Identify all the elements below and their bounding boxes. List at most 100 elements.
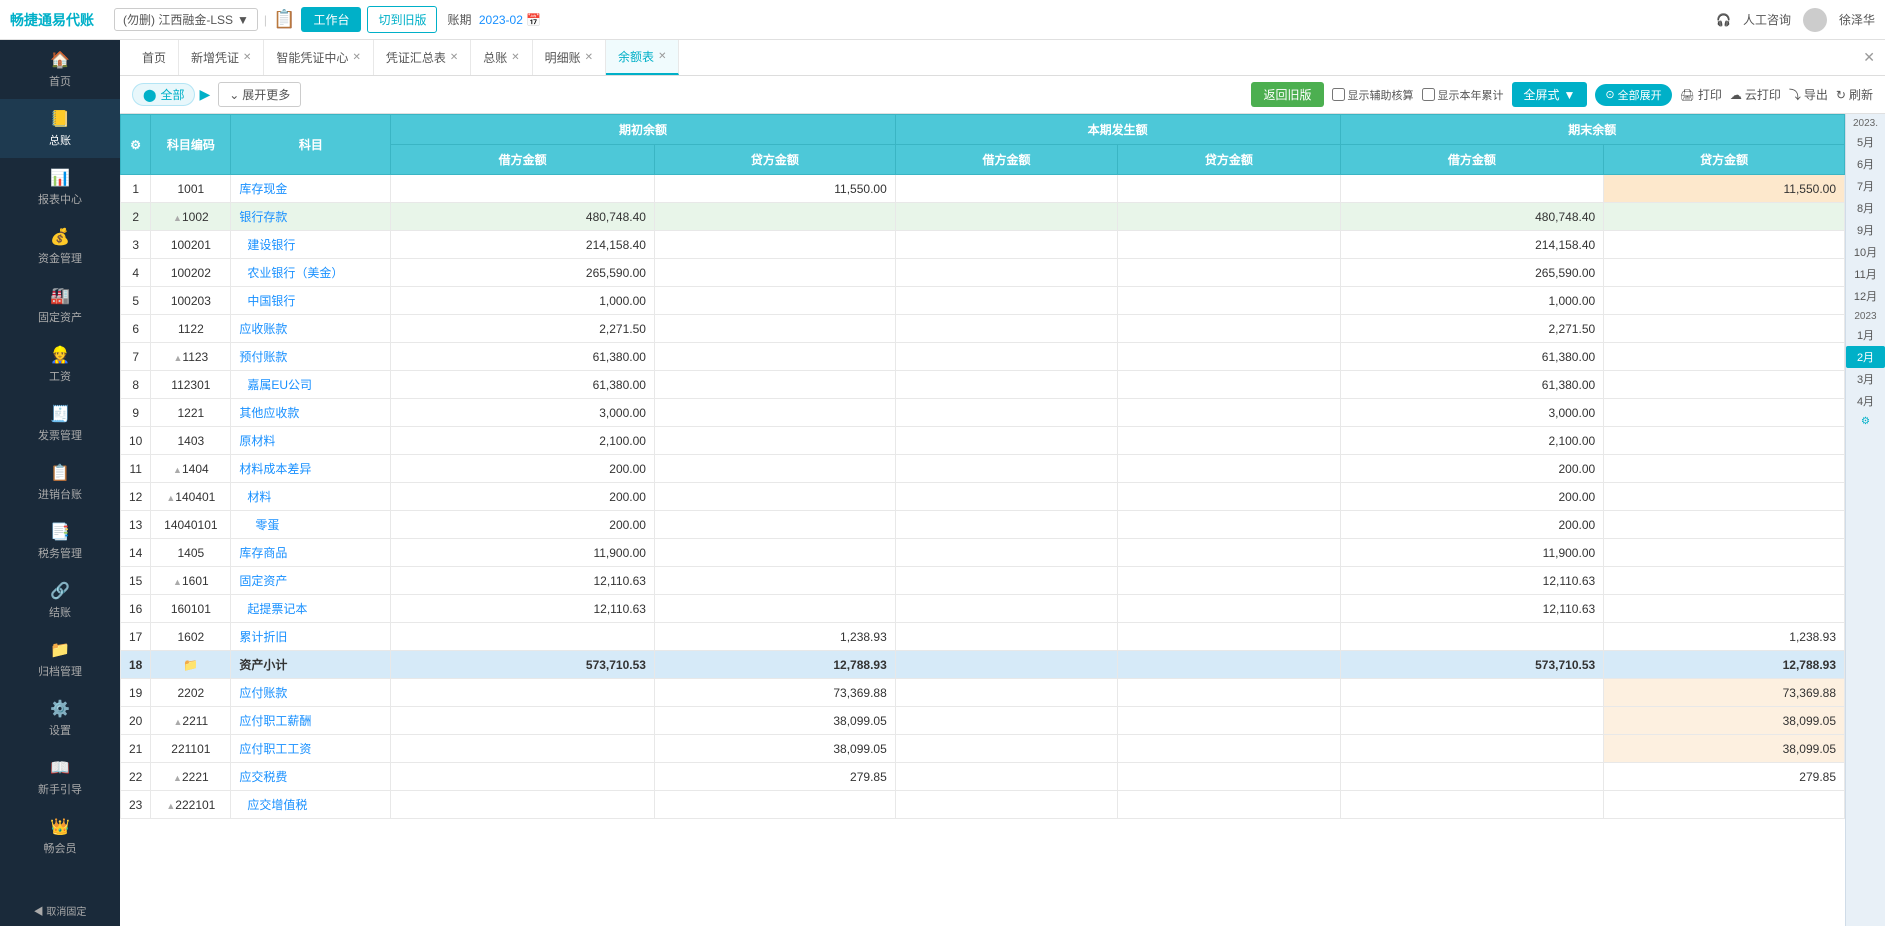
name-cell[interactable]: 资产小计 — [231, 651, 391, 679]
right-panel-1[interactable]: 1月 — [1846, 324, 1885, 346]
sidebar-item-invoice[interactable]: 🧾 发票管理 — [0, 394, 120, 453]
table-row: 2 ▲1002银行存款480,748.40480,748.40 — [121, 203, 1845, 231]
opening-debit-cell: 200.00 — [391, 511, 655, 539]
sidebar-item-settings[interactable]: ⚙️ 设置 — [0, 689, 120, 748]
tab-balance-sheet[interactable]: 余额表 ✕ — [606, 40, 679, 75]
sidebar-item-funds[interactable]: 💰 资金管理 — [0, 217, 120, 276]
calendar-icon[interactable]: 📋 — [273, 9, 295, 30]
closing-credit-header: 贷方金额 — [1604, 145, 1845, 175]
sidebar-item-tax[interactable]: 📑 税务管理 — [0, 512, 120, 571]
closing-credit-cell — [1604, 539, 1845, 567]
name-cell[interactable]: 库存现金 — [231, 175, 391, 203]
name-cell[interactable]: 原材料 — [231, 427, 391, 455]
close-all-tabs-button[interactable]: ✕ — [1863, 49, 1875, 66]
right-panel-12[interactable]: 12月 — [1846, 285, 1885, 307]
tab-close-general-ledger[interactable]: ✕ — [511, 52, 519, 63]
checkbox-ytd[interactable] — [1422, 88, 1435, 101]
tab-close-new-voucher[interactable]: ✕ — [243, 52, 251, 63]
name-cell[interactable]: 应交增值税 — [231, 791, 391, 819]
return-old-button[interactable]: 返回旧版 — [1251, 82, 1323, 107]
fullscreen-button[interactable]: 全屏式 ▼ — [1512, 82, 1588, 107]
sidebar-item-payroll[interactable]: 👷 工资 — [0, 335, 120, 394]
name-cell[interactable]: 应付账款 — [231, 679, 391, 707]
tab-smart-voucher[interactable]: 智能凭证中心 ✕ — [264, 40, 373, 75]
current-credit-cell — [1118, 679, 1340, 707]
period-calendar-icon[interactable]: 📅 — [526, 13, 541, 27]
name-cell[interactable]: 零蛋 — [231, 511, 391, 539]
code-cell: ▲1002 — [151, 203, 231, 231]
closing-debit-cell — [1340, 791, 1604, 819]
expand-all-toggle[interactable]: ⊙ 全部展开 — [1595, 84, 1671, 106]
name-cell[interactable]: 应付职工薪酬 — [231, 707, 391, 735]
sidebar-item-ledger[interactable]: 📒 总账 — [0, 99, 120, 158]
right-panel-11[interactable]: 11月 — [1846, 263, 1885, 285]
sidebar-item-archive[interactable]: 📁 归档管理 — [0, 630, 120, 689]
expand-more-button[interactable]: ⌄ 展开更多 — [218, 82, 301, 107]
right-panel-4[interactable]: 4月 — [1846, 390, 1885, 412]
sidebar-item-assets[interactable]: 🏭 固定资产 — [0, 276, 120, 335]
name-cell[interactable]: 农业银行（美金） — [231, 259, 391, 287]
print-button[interactable]: 🖨 打印 — [1680, 86, 1722, 103]
tab-close-voucher-summary[interactable]: ✕ — [450, 52, 458, 63]
sidebar-item-home[interactable]: 🏠 首页 — [0, 40, 120, 99]
name-cell[interactable]: 累计折旧 — [231, 623, 391, 651]
closing-debit-cell: 265,590.00 — [1340, 259, 1604, 287]
gear-header[interactable]: ⚙ — [121, 115, 151, 175]
name-cell[interactable]: 应收账款 — [231, 315, 391, 343]
export-button[interactable]: ⤵ 导出 — [1789, 86, 1828, 103]
name-cell[interactable]: 应交税费 — [231, 763, 391, 791]
closing-icon: 🔗 — [50, 581, 70, 601]
tab-voucher-summary[interactable]: 凭证汇总表 ✕ — [374, 40, 471, 75]
name-cell[interactable]: 材料 — [231, 483, 391, 511]
name-cell[interactable]: 中国银行 — [231, 287, 391, 315]
sidebar-item-guide[interactable]: 📖 新手引导 — [0, 748, 120, 807]
right-panel-9[interactable]: 9月 — [1846, 219, 1885, 241]
right-panel-3[interactable]: 3月 — [1846, 368, 1885, 390]
nav-arrow-icon[interactable]: ▶ — [199, 86, 210, 103]
code-cell: 1221 — [151, 399, 231, 427]
name-cell[interactable]: 预付账款 — [231, 343, 391, 371]
right-panel-8[interactable]: 8月 — [1846, 197, 1885, 219]
code-cell: 160101 — [151, 595, 231, 623]
tab-new-voucher[interactable]: 新增凭证 ✕ — [179, 40, 264, 75]
cloud-print-button[interactable]: ☁ 云打印 — [1730, 86, 1781, 103]
workbench-button[interactable]: 工作台 — [301, 7, 361, 32]
filter-all-tag[interactable]: ⬤ 全部 — [132, 83, 195, 106]
name-cell[interactable]: 其他应收款 — [231, 399, 391, 427]
tab-close-smart-voucher[interactable]: ✕ — [352, 52, 360, 63]
name-cell[interactable]: 固定资产 — [231, 567, 391, 595]
checkbox-aux[interactable] — [1332, 88, 1345, 101]
checkbox-aux-label[interactable]: 显示辅助核算 — [1332, 87, 1414, 103]
right-panel-2[interactable]: 2月 — [1846, 346, 1885, 368]
right-panel-5[interactable]: 5月 — [1846, 131, 1885, 153]
tab-general-ledger[interactable]: 总账 ✕ — [471, 40, 532, 75]
company-selector[interactable]: (勿删) 江西融金-LSS ▼ — [114, 8, 258, 31]
name-cell[interactable]: 嘉属EU公司 — [231, 371, 391, 399]
tab-close-balance-sheet[interactable]: ✕ — [658, 51, 666, 62]
sidebar-item-member[interactable]: 👑 畅会员 — [0, 807, 120, 866]
name-cell[interactable]: 起提票记本 — [231, 595, 391, 623]
seq-cell: 21 — [121, 735, 151, 763]
current-credit-cell — [1118, 343, 1340, 371]
name-cell[interactable]: 建设银行 — [231, 231, 391, 259]
tab-close-detailed-ledger[interactable]: ✕ — [585, 52, 593, 63]
right-panel-10[interactable]: 10月 — [1846, 241, 1885, 263]
right-panel-settings[interactable]: ⚙ — [1861, 416, 1870, 427]
sidebar-item-purchase[interactable]: 📋 进销台账 — [0, 453, 120, 512]
sidebar-item-reports[interactable]: 📊 报表中心 — [0, 158, 120, 217]
tab-home[interactable]: 首页 — [130, 40, 179, 75]
name-cell[interactable]: 应付职工工资 — [231, 735, 391, 763]
right-panel-7[interactable]: 7月 — [1846, 175, 1885, 197]
name-cell[interactable]: 银行存款 — [231, 203, 391, 231]
checkbox-ytd-label[interactable]: 显示本年累计 — [1422, 87, 1504, 103]
unpin-button[interactable]: ◀ 取消固定 — [0, 895, 120, 926]
switch-version-button[interactable]: 切到旧版 — [367, 6, 437, 33]
closing-credit-cell — [1604, 399, 1845, 427]
consult-label[interactable]: 人工咨询 — [1743, 11, 1791, 28]
sidebar-item-closing[interactable]: 🔗 结账 — [0, 571, 120, 630]
refresh-button[interactable]: ↻ 刷新 — [1836, 86, 1873, 103]
name-cell[interactable]: 库存商品 — [231, 539, 391, 567]
tab-detailed-ledger[interactable]: 明细账 ✕ — [533, 40, 606, 75]
right-panel-6[interactable]: 6月 — [1846, 153, 1885, 175]
name-cell[interactable]: 材料成本差异 — [231, 455, 391, 483]
